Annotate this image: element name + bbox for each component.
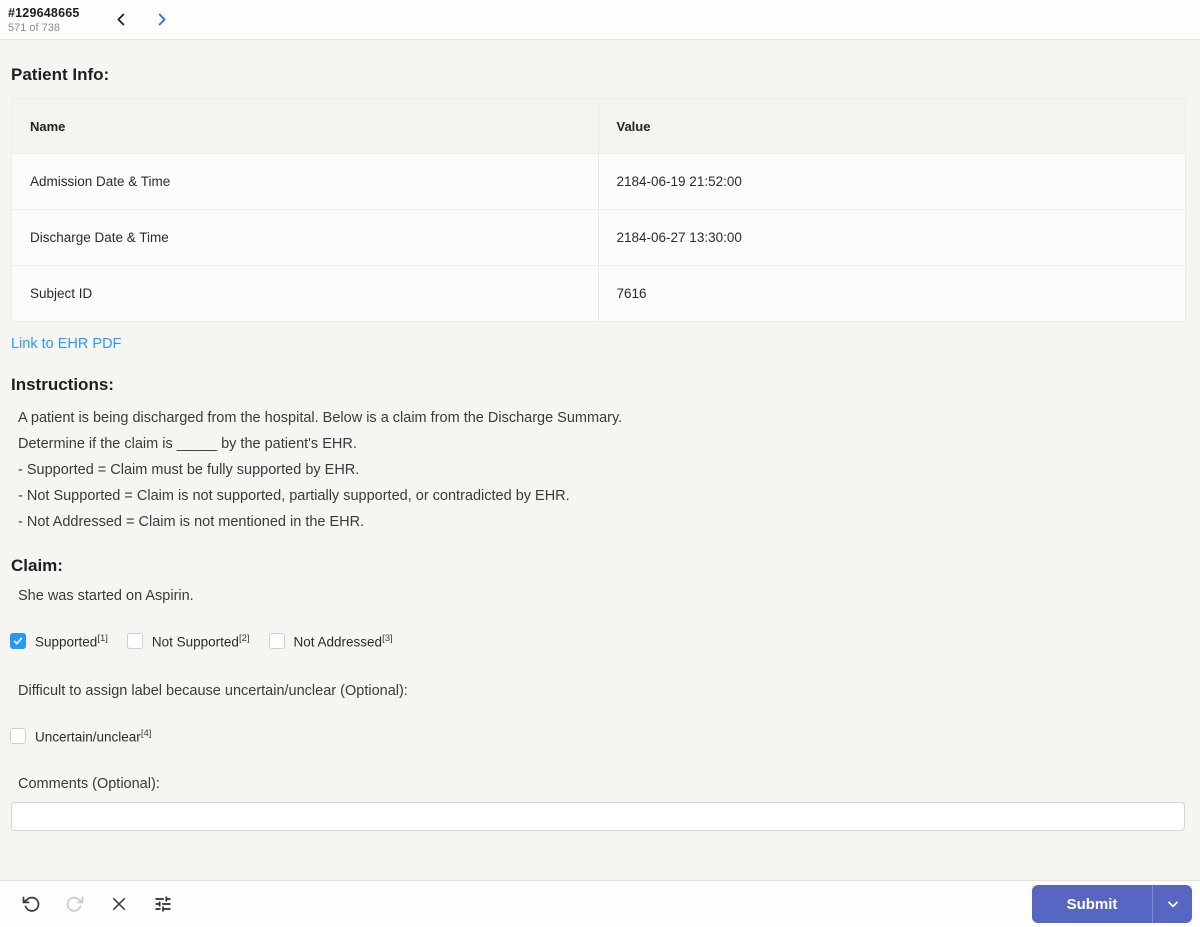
task-meta: #129648665 571 of 738	[8, 6, 92, 34]
check-icon	[13, 637, 23, 645]
claim-text: She was started on Aspirin.	[18, 588, 194, 604]
option-label: Not Addressed[3]	[293, 633, 393, 650]
submit-dropdown-button[interactable]	[1152, 885, 1192, 923]
settings-button[interactable]	[150, 891, 176, 917]
table-row: Admission Date & Time 2184-06-19 21:52:0…	[12, 153, 1185, 209]
instruction-line: Determine if the claim is _____ by the p…	[18, 436, 357, 452]
task-id: #129648665	[8, 5, 80, 20]
labeling-app-window: #129648665 571 of 738 Patient Info: Name…	[0, 0, 1200, 927]
option-label: Not Supported[2]	[151, 633, 250, 650]
instruction-line: - Not Supported = Claim is not supported…	[18, 488, 570, 504]
row-name: Admission Date & Time	[12, 154, 599, 209]
table-row: Discharge Date & Time 2184-06-27 13:30:0…	[12, 209, 1185, 265]
row-name: Subject ID	[12, 266, 599, 321]
option-not-addressed[interactable]: Not Addressed[3]	[268, 633, 393, 650]
row-value: 2184-06-19 21:52:00	[616, 174, 742, 189]
row-value: 7616	[616, 286, 647, 301]
patient-info-table: Name Value Admission Date & Time 2184-06…	[11, 98, 1186, 322]
hotkey-superscript: [3]	[382, 633, 393, 644]
checkbox-not-addressed[interactable]	[268, 633, 285, 650]
task-progress-counter: 571 of 738	[8, 21, 60, 34]
task-content: Patient Info: Name Value Admission Date …	[0, 40, 1200, 880]
instruction-line: A patient is being discharged from the h…	[18, 410, 623, 426]
reset-button[interactable]	[106, 891, 132, 917]
label-options-row: Supported[1] Not Supported[2] Not Addres…	[10, 633, 1200, 650]
previous-task-button[interactable]	[106, 5, 136, 35]
option-uncertain[interactable]: Uncertain/unclear[4]	[10, 727, 152, 745]
checkbox-supported[interactable]	[10, 633, 26, 650]
option-label: Supported[1]	[35, 633, 108, 650]
instructions-heading: Instructions:	[11, 375, 114, 394]
tune-sliders-icon	[153, 894, 173, 914]
hotkey-superscript: [4]	[140, 727, 152, 739]
chevron-down-icon	[1165, 896, 1181, 912]
submit-button[interactable]: Submit	[1032, 885, 1152, 923]
patient-info-heading: Patient Info:	[11, 65, 110, 84]
redo-button[interactable]	[62, 891, 88, 917]
table-row: Subject ID 7616	[12, 265, 1185, 321]
close-icon	[110, 895, 128, 913]
table-header-row: Name Value	[12, 99, 1185, 153]
hotkey-superscript: [2]	[238, 633, 250, 644]
undo-icon	[21, 894, 41, 914]
instructions-text: A patient is being discharged from the h…	[18, 405, 1200, 535]
ehr-pdf-link[interactable]: Link to EHR PDF	[11, 336, 121, 352]
column-header-value: Value	[616, 118, 651, 134]
checkbox-not-supported[interactable]	[126, 633, 143, 650]
next-task-button[interactable]	[146, 5, 176, 35]
instruction-line: - Not Addressed = Claim is not mentioned…	[18, 514, 365, 530]
option-supported[interactable]: Supported[1]	[10, 633, 108, 650]
chevron-right-icon	[154, 12, 169, 27]
row-name: Discharge Date & Time	[12, 210, 599, 265]
checkbox-uncertain[interactable]	[10, 727, 26, 744]
redo-icon	[65, 894, 85, 914]
undo-button[interactable]	[18, 891, 44, 917]
uncertain-option-row: Uncertain/unclear[4]	[10, 727, 1200, 745]
chevron-left-icon	[114, 12, 129, 27]
submit-split-button: Submit	[1032, 885, 1192, 923]
instruction-line: - Supported = Claim must be fully suppor…	[18, 462, 360, 478]
option-label: Uncertain/unclear[4]	[35, 727, 152, 745]
difficult-prompt: Difficult to assign label because uncert…	[18, 682, 408, 699]
hotkey-superscript: [1]	[97, 633, 108, 644]
row-value: 2184-06-27 13:30:00	[616, 230, 742, 245]
bottom-action-bar: Submit	[0, 880, 1200, 927]
claim-heading: Claim:	[11, 556, 63, 575]
comments-input[interactable]	[11, 802, 1185, 831]
option-not-supported[interactable]: Not Supported[2]	[126, 633, 250, 650]
column-header-name: Name	[12, 99, 599, 153]
top-task-bar: #129648665 571 of 738	[0, 0, 1200, 40]
comments-label: Comments (Optional):	[18, 776, 160, 792]
